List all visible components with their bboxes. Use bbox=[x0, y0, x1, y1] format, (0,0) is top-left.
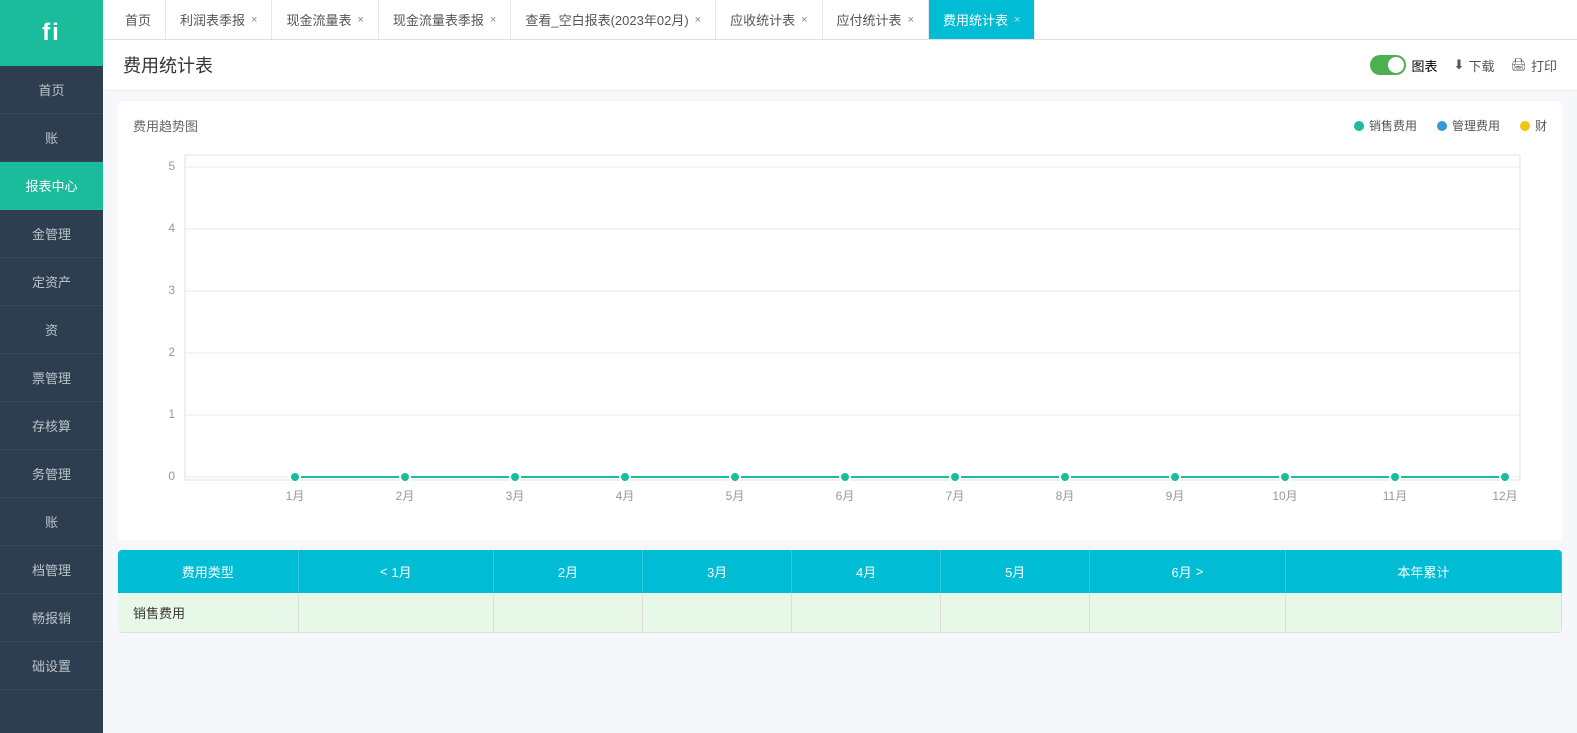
tab-profit-quarterly[interactable]: 利润表季报 × bbox=[166, 0, 272, 40]
row-val-2 bbox=[493, 593, 642, 633]
table-section: 费用类型 < 1月 2月 3月 4月 5月 bbox=[118, 550, 1562, 633]
main-area: 首页 利润表季报 × 现金流量表 × 现金流量表季报 × 查看_空白报表(202… bbox=[103, 0, 1577, 733]
sidebar-logo: fi bbox=[0, 0, 103, 66]
legend-label-finance: 财 bbox=[1535, 117, 1547, 134]
chart-toggle-label: 图表 bbox=[1412, 56, 1438, 75]
chart-section: 费用趋势图 销售费用 管理费用 财 bbox=[118, 101, 1562, 540]
legend-dot-admin bbox=[1437, 121, 1447, 131]
sidebar-item-file-mgmt[interactable]: 档管理 bbox=[0, 546, 103, 594]
table-row: 销售费用 bbox=[118, 593, 1562, 633]
tab-close-blank-report[interactable]: × bbox=[695, 14, 701, 26]
row-val-4 bbox=[792, 593, 941, 633]
legend-label-admin: 管理费用 bbox=[1452, 117, 1500, 134]
th-month-1: 1月 bbox=[391, 562, 411, 581]
tab-close-cashflow[interactable]: × bbox=[357, 14, 363, 26]
svg-text:8月: 8月 bbox=[1056, 489, 1075, 503]
legend-sales: 销售费用 bbox=[1354, 117, 1417, 134]
chart-legend: 销售费用 管理费用 财 bbox=[1354, 117, 1547, 134]
download-button[interactable]: ⬇ 下载 bbox=[1454, 56, 1495, 75]
trend-chart: 5 4 3 2 1 0 bbox=[133, 145, 1547, 515]
th-month-5: 5月 bbox=[941, 550, 1090, 593]
sidebar-item-investment[interactable]: 资 bbox=[0, 306, 103, 354]
tab-close-cashflow-quarterly[interactable]: × bbox=[490, 14, 496, 26]
next-arrow-icon[interactable]: > bbox=[1196, 564, 1204, 579]
sidebar-item-writeoff[interactable]: 畅报销 bbox=[0, 594, 103, 642]
row-type: 销售费用 bbox=[118, 593, 298, 633]
th-month-nav-prev[interactable]: < 1月 bbox=[298, 550, 493, 593]
sidebar-item-settings[interactable]: 础设置 bbox=[0, 642, 103, 690]
header-actions: 图表 ⬇ 下载 🖨 打印 bbox=[1370, 55, 1557, 75]
tab-bar: 首页 利润表季报 × 现金流量表 × 现金流量表季报 × 查看_空白报表(202… bbox=[103, 0, 1577, 40]
tab-home[interactable]: 首页 bbox=[111, 0, 166, 40]
legend-dot-finance bbox=[1520, 121, 1530, 131]
svg-text:2: 2 bbox=[168, 345, 175, 359]
svg-text:5月: 5月 bbox=[726, 489, 745, 503]
row-total bbox=[1285, 593, 1561, 633]
th-type: 费用类型 bbox=[118, 550, 298, 593]
content-area: 费用统计表 图表 ⬇ 下载 🖨 打印 bbox=[103, 40, 1577, 733]
data-table: 费用类型 < 1月 2月 3月 4月 5月 bbox=[118, 550, 1562, 633]
chart-toggle[interactable] bbox=[1370, 55, 1406, 75]
svg-text:3月: 3月 bbox=[506, 489, 525, 503]
svg-text:3: 3 bbox=[168, 283, 175, 297]
svg-text:11月: 11月 bbox=[1383, 489, 1407, 503]
row-val-3 bbox=[643, 593, 792, 633]
svg-text:9月: 9月 bbox=[1166, 489, 1185, 503]
tab-expense-stat[interactable]: 费用统计表 × bbox=[929, 0, 1035, 40]
sidebar-item-payable[interactable]: 账 bbox=[0, 498, 103, 546]
row-val-1 bbox=[298, 593, 493, 633]
chart-header: 费用趋势图 销售费用 管理费用 财 bbox=[133, 116, 1547, 135]
tab-cashflow[interactable]: 现金流量表 × bbox=[272, 0, 378, 40]
svg-text:5: 5 bbox=[168, 159, 175, 173]
sidebar-item-account[interactable]: 账 bbox=[0, 114, 103, 162]
chart-title: 费用趋势图 bbox=[133, 116, 198, 135]
chart-toggle-container: 图表 bbox=[1370, 55, 1438, 75]
svg-text:7月: 7月 bbox=[946, 489, 965, 503]
svg-text:12月: 12月 bbox=[1492, 489, 1517, 503]
sidebar-item-fund[interactable]: 金管理 bbox=[0, 210, 103, 258]
legend-label-sales: 销售费用 bbox=[1369, 117, 1417, 134]
row-val-5 bbox=[941, 593, 1090, 633]
sidebar-item-fixed-assets[interactable]: 定资产 bbox=[0, 258, 103, 306]
sidebar-item-home[interactable]: 首页 bbox=[0, 66, 103, 114]
tab-close-payable-stat[interactable]: × bbox=[908, 14, 914, 26]
svg-text:1: 1 bbox=[168, 407, 175, 421]
tab-payable-stat[interactable]: 应付统计表 × bbox=[823, 0, 929, 40]
download-icon: ⬇ bbox=[1454, 57, 1465, 73]
svg-text:4月: 4月 bbox=[616, 489, 635, 503]
legend-admin: 管理费用 bbox=[1437, 117, 1500, 134]
svg-text:0: 0 bbox=[168, 469, 175, 483]
th-total: 本年累计 bbox=[1285, 550, 1561, 593]
svg-text:2月: 2月 bbox=[396, 489, 415, 503]
legend-dot-sales bbox=[1354, 121, 1364, 131]
svg-text:10月: 10月 bbox=[1272, 489, 1297, 503]
th-month-6-label: 6月 bbox=[1172, 562, 1192, 581]
th-month-3: 3月 bbox=[643, 550, 792, 593]
row-val-6 bbox=[1090, 593, 1285, 633]
tab-close-expense-stat[interactable]: × bbox=[1014, 14, 1020, 26]
page-header: 费用统计表 图表 ⬇ 下载 🖨 打印 bbox=[103, 40, 1577, 91]
tab-cashflow-quarterly[interactable]: 现金流量表季报 × bbox=[379, 0, 511, 40]
page-title: 费用统计表 bbox=[123, 52, 213, 78]
sidebar-item-report-center[interactable]: 报表中心 bbox=[0, 162, 103, 210]
print-icon: 🖨 bbox=[1510, 57, 1527, 73]
chart-container: 5 4 3 2 1 0 bbox=[133, 145, 1547, 525]
prev-arrow-icon[interactable]: < bbox=[380, 564, 388, 579]
sidebar-item-inventory[interactable]: 存核算 bbox=[0, 402, 103, 450]
th-month-4: 4月 bbox=[792, 550, 941, 593]
tab-close-receivable[interactable]: × bbox=[801, 14, 807, 26]
print-button[interactable]: 🖨 打印 bbox=[1510, 56, 1557, 75]
sidebar-item-service[interactable]: 务管理 bbox=[0, 450, 103, 498]
legend-finance: 财 bbox=[1520, 117, 1547, 134]
sidebar: fi 首页 账 报表中心 金管理 定资产 资 票管理 存核算 务管理 账 档管理… bbox=[0, 0, 103, 733]
sidebar-item-invoice[interactable]: 票管理 bbox=[0, 354, 103, 402]
tab-receivable[interactable]: 应收统计表 × bbox=[716, 0, 822, 40]
svg-text:1月: 1月 bbox=[286, 489, 305, 503]
tab-close-profit-quarterly[interactable]: × bbox=[251, 14, 257, 26]
svg-text:4: 4 bbox=[168, 221, 175, 235]
tab-blank-report[interactable]: 查看_空白报表(2023年02月) × bbox=[511, 0, 716, 40]
th-month-2: 2月 bbox=[493, 550, 642, 593]
th-month-6-nav[interactable]: 6月 > bbox=[1090, 550, 1285, 593]
svg-text:6月: 6月 bbox=[836, 489, 855, 503]
